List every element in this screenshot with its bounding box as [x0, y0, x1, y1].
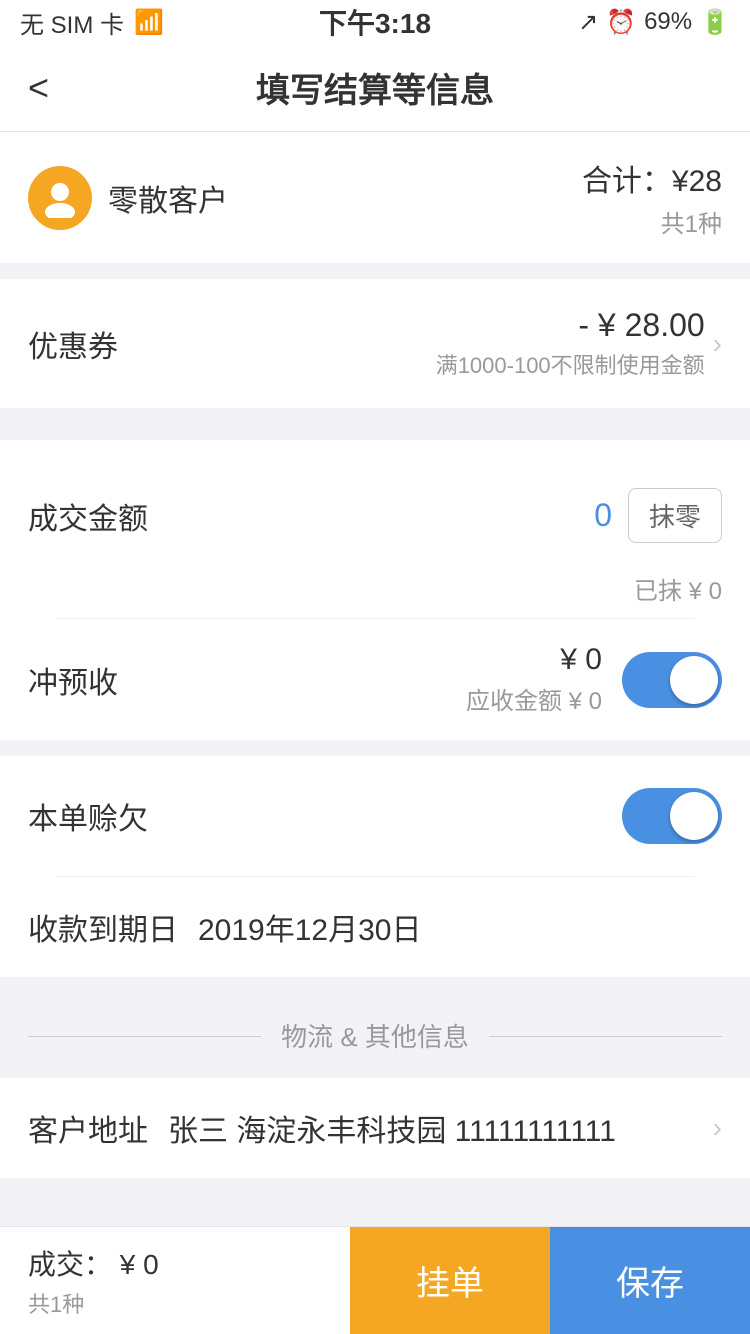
coupon-amount: - ¥ 28.00 — [436, 307, 705, 344]
total-amount: 合计：¥28 — [582, 156, 722, 200]
status-bar: 无 SIM 卡 📶 下午3:18 ↗ ⏰ 69% 🔋 — [0, 0, 750, 44]
debt-section: 本单赊欠 收款到期日 2019年12月30日 — [0, 756, 750, 977]
round-zero-button[interactable]: 抹零 — [628, 488, 722, 543]
due-date-row: 收款到期日 2019年12月30日 — [28, 877, 722, 977]
transaction-amount-container: 成交金额 0 抹零 已抹 ¥ 0 — [28, 440, 722, 618]
nav-title: 填写结算等信息 — [256, 63, 494, 112]
prepayment-row: 冲预收 ¥ 0 应收金额 ¥ 0 — [28, 619, 722, 740]
status-right: ↗ ⏰ 69% 🔋 — [578, 8, 730, 37]
prepayment-main-amount: ¥ 0 — [466, 643, 602, 677]
avatar-icon — [40, 178, 80, 218]
customer-section: 零散客户 合计：¥28 共1种 — [0, 132, 750, 263]
address-row[interactable]: 客户地址 张三 海淀永丰科技园 11111111111 › — [28, 1078, 722, 1178]
coupon-right: - ¥ 28.00 满1000-100不限制使用金额 › — [436, 307, 722, 380]
bottom-bar: 成交： ¥ 0 共1种 挂单 保存 — [0, 1226, 750, 1334]
prepayment-label: 冲预收 — [28, 658, 118, 702]
prepayment-toggle[interactable] — [622, 652, 722, 708]
coupon-row[interactable]: 优惠券 - ¥ 28.00 满1000-100不限制使用金额 › — [0, 279, 750, 408]
debt-toggle-thumb — [670, 792, 718, 840]
carrier-label: 无 SIM 卡 — [20, 5, 124, 40]
toggle-thumb — [670, 656, 718, 704]
save-button-label: 保存 — [616, 1256, 684, 1305]
customer-avatar — [28, 166, 92, 230]
status-left: 无 SIM 卡 📶 — [20, 5, 164, 40]
debt-label: 本单赊欠 — [28, 794, 148, 838]
customer-row: 零散客户 合计：¥28 共1种 — [0, 132, 750, 263]
wifi-icon: 📶 — [134, 8, 164, 37]
address-label: 客户地址 — [28, 1106, 148, 1150]
customer-name: 零散客户 — [108, 176, 228, 220]
bottom-info: 成交： ¥ 0 共1种 — [0, 1243, 350, 1319]
bottom-count-label: 共1种 — [28, 1287, 322, 1319]
transaction-right: 0 抹零 — [552, 488, 722, 543]
transaction-value[interactable]: 0 — [552, 497, 612, 534]
transaction-sub: 已抹 ¥ 0 — [28, 571, 722, 618]
hold-button-label: 挂单 — [416, 1256, 484, 1305]
bottom-transaction-value: ¥ 0 — [120, 1249, 159, 1280]
prepayment-right: ¥ 0 应收金额 ¥ 0 — [466, 643, 722, 716]
bottom-transaction-amount: 成交： ¥ 0 — [28, 1243, 322, 1283]
coupon-desc: 满1000-100不限制使用金额 — [436, 348, 705, 380]
location-icon: ↗ — [578, 8, 598, 37]
nav-bar: < 填写结算等信息 — [0, 44, 750, 132]
address-chevron-icon: › — [713, 1112, 722, 1144]
transaction-row: 成交金额 0 抹零 — [28, 460, 722, 571]
due-date-value[interactable]: 2019年12月30日 — [198, 905, 421, 949]
address-value: 张三 海淀永丰科技园 11111111111 — [168, 1106, 713, 1150]
hold-button[interactable]: 挂单 — [350, 1227, 550, 1334]
prepayment-amounts: ¥ 0 应收金额 ¥ 0 — [466, 643, 602, 716]
save-button[interactable]: 保存 — [550, 1227, 750, 1334]
battery-icon: 🔋 — [700, 8, 730, 37]
status-time: 下午3:18 — [319, 2, 431, 42]
debt-row: 本单赊欠 — [28, 756, 722, 876]
transaction-section: 成交金额 0 抹零 已抹 ¥ 0 冲预收 ¥ 0 应收金额 ¥ 0 — [0, 440, 750, 740]
logistics-section-label: 物流 & 其他信息 — [261, 1022, 489, 1052]
back-button[interactable]: < — [28, 67, 49, 109]
customer-left: 零散客户 — [28, 166, 228, 230]
customer-right: 合计：¥28 共1种 — [582, 156, 722, 239]
battery-label: 69% — [644, 8, 692, 36]
total-count: 共1种 — [582, 204, 722, 239]
logistics-header: 物流 & 其他信息 — [0, 993, 750, 1078]
coupon-section: 优惠券 - ¥ 28.00 满1000-100不限制使用金额 › — [0, 279, 750, 408]
bottom-transaction-label: 成交： — [28, 1249, 112, 1280]
address-section: 客户地址 张三 海淀永丰科技园 11111111111 › — [0, 1078, 750, 1178]
alarm-icon: ⏰ — [606, 8, 636, 37]
gray-separator-2 — [0, 740, 750, 756]
prepayment-sub-amount: 应收金额 ¥ 0 — [466, 681, 602, 716]
transaction-label: 成交金额 — [28, 494, 148, 538]
coupon-label: 优惠券 — [28, 322, 118, 366]
gray-separator-1 — [0, 424, 750, 440]
debt-toggle[interactable] — [622, 788, 722, 844]
due-date-label: 收款到期日 — [28, 905, 178, 949]
chevron-right-icon: › — [713, 328, 722, 360]
coupon-right-inner: - ¥ 28.00 满1000-100不限制使用金额 — [436, 307, 705, 380]
